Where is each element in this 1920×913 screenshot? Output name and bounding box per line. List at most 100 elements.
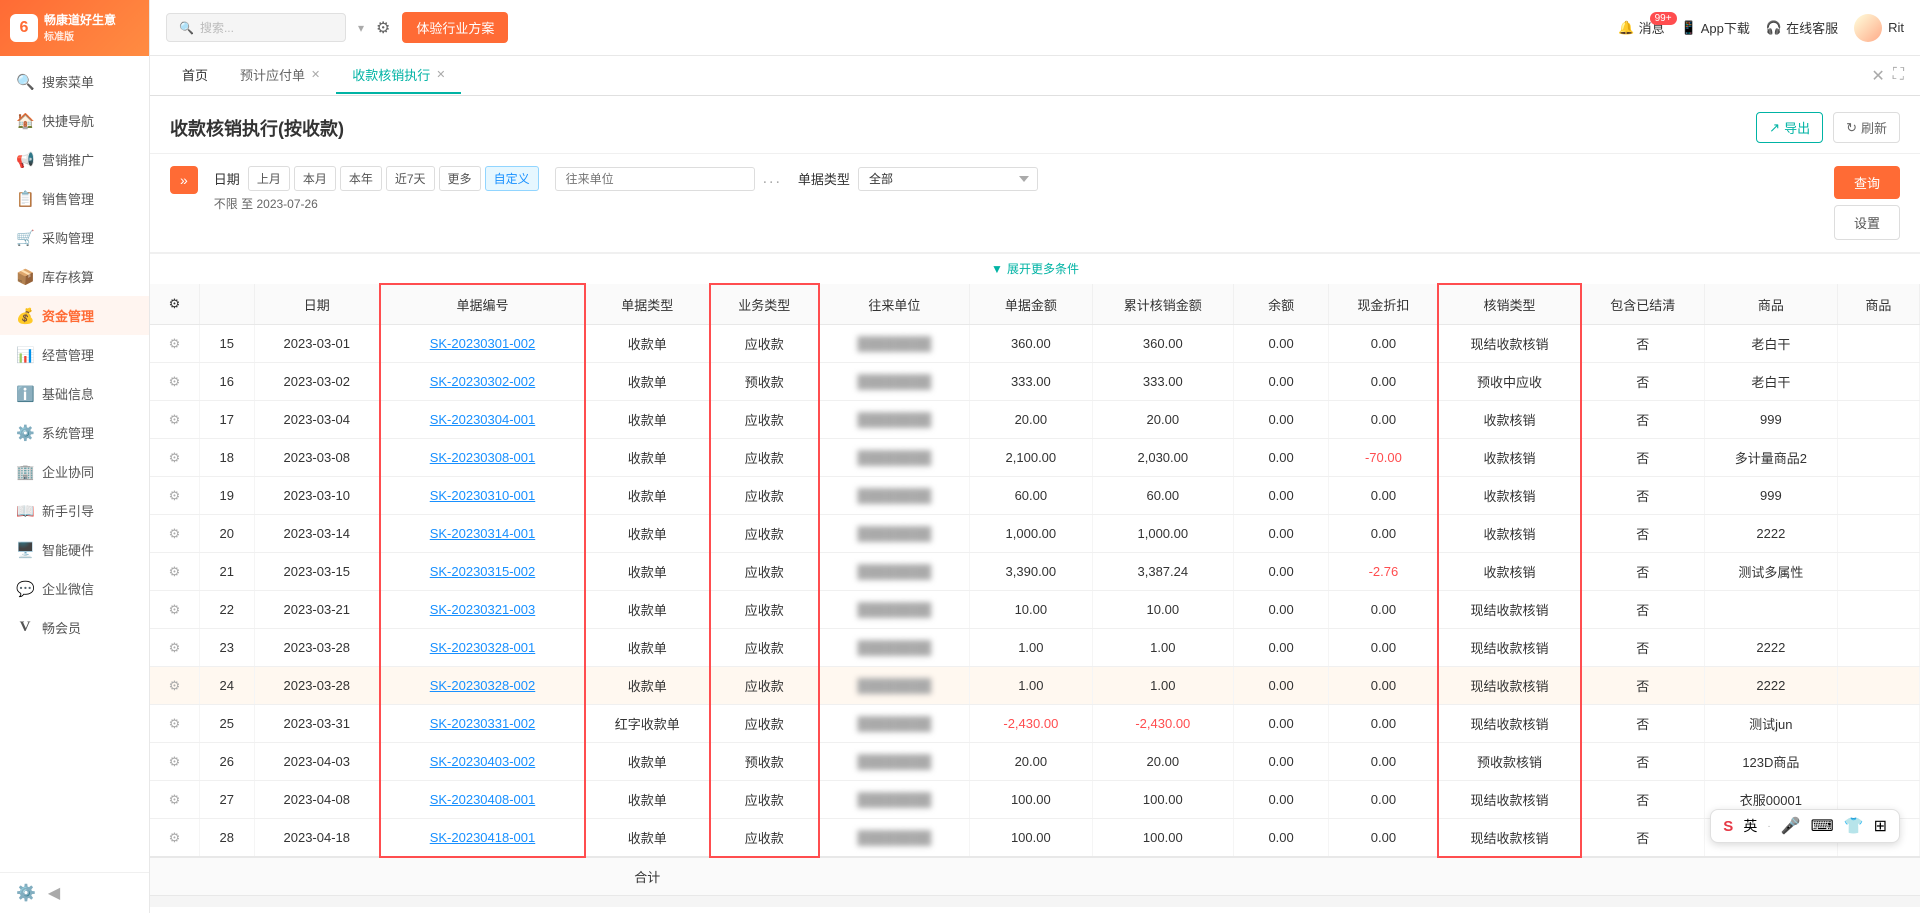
refresh-button[interactable]: ↻ 刷新 [1833, 112, 1900, 143]
cell-gear[interactable]: ⚙ [150, 515, 199, 553]
settings-button[interactable]: 设置 [1834, 205, 1900, 240]
app-download-button[interactable]: 📱 App下载 [1681, 18, 1750, 37]
cell-doc-no[interactable]: SK-20230304-001 [380, 401, 585, 439]
cell-gear[interactable]: ⚙ [150, 477, 199, 515]
cell-gear[interactable]: ⚙ [150, 325, 199, 363]
cell-doc-no[interactable]: SK-20230331-002 [380, 705, 585, 743]
sidebar-item-search[interactable]: 🔍 搜索菜单 [0, 62, 149, 101]
ime-shirt-icon[interactable]: 👕 [1844, 816, 1864, 836]
cell-gear[interactable]: ⚙ [150, 591, 199, 629]
collapse-icon[interactable]: ◀ [48, 883, 60, 903]
cell-date: 2023-03-15 [254, 553, 380, 591]
partner-dots[interactable]: ... [763, 170, 782, 188]
sidebar-item-corp[interactable]: 🏢 企业协同 [0, 452, 149, 491]
cell-gear[interactable]: ⚙ [150, 781, 199, 819]
sidebar-item-purchase[interactable]: 🛒 采购管理 [0, 218, 149, 257]
sidebar-item-system[interactable]: ⚙️ 系统管理 [0, 413, 149, 452]
tab-close-collection[interactable]: ✕ [436, 68, 445, 81]
online-service-button[interactable]: 🎧 在线客服 [1766, 18, 1838, 37]
cell-gear[interactable]: ⚙ [150, 819, 199, 858]
date-7days[interactable]: 近7天 [386, 166, 435, 191]
ime-grid-icon[interactable]: ⊞ [1874, 816, 1887, 836]
th-doc-no[interactable]: 单据编号 [380, 284, 585, 325]
filter-toggle-button[interactable]: » [170, 166, 198, 194]
cell-doc-no[interactable]: SK-20230408-001 [380, 781, 585, 819]
sidebar-item-wechat[interactable]: 💬 企业微信 [0, 569, 149, 608]
date-this-month[interactable]: 本月 [294, 166, 336, 191]
cell-goods: 老白干 [1704, 363, 1837, 401]
tab-home[interactable]: 首页 [166, 57, 224, 94]
th-gear[interactable]: ⚙ [150, 284, 199, 325]
messages-button[interactable]: 🔔 消息 99+ [1618, 18, 1664, 37]
filter-actions: 查询 设置 [1834, 166, 1900, 240]
date-this-year[interactable]: 本年 [340, 166, 382, 191]
cell-doc-no[interactable]: SK-20230328-002 [380, 667, 585, 705]
cell-include: 否 [1581, 439, 1705, 477]
ime-lang-label[interactable]: 英 [1743, 816, 1757, 836]
cell-doc-no[interactable]: SK-20230302-002 [380, 363, 585, 401]
partner-input[interactable] [555, 167, 755, 191]
cell-accum: -2,430.00 [1092, 705, 1233, 743]
query-button[interactable]: 查询 [1834, 166, 1900, 199]
cell-cancel-type: 现结收款核销 [1438, 629, 1580, 667]
cell-doc-no[interactable]: SK-20230301-002 [380, 325, 585, 363]
cell-gear[interactable]: ⚙ [150, 363, 199, 401]
cell-cancel-type: 现结收款核销 [1438, 325, 1580, 363]
logo-icon: 6 [10, 14, 38, 42]
cell-doc-no[interactable]: SK-20230328-001 [380, 629, 585, 667]
doctype-select[interactable]: 全部 收款单 [858, 167, 1038, 191]
tab-prepay[interactable]: 预计应付单 ✕ [224, 57, 336, 94]
tab-collection[interactable]: 收款核销执行 ✕ [336, 57, 461, 94]
cell-doc-no[interactable]: SK-20230308-001 [380, 439, 585, 477]
cell-doc-no[interactable]: SK-20230315-002 [380, 553, 585, 591]
sidebar-item-sales[interactable]: 📋 销售管理 [0, 179, 149, 218]
date-more[interactable]: 更多 [439, 166, 481, 191]
cell-gear[interactable]: ⚙ [150, 743, 199, 781]
th-goods2: 商品 [1837, 284, 1919, 325]
cell-doc-type: 收款单 [585, 629, 709, 667]
sidebar-item-guide[interactable]: 📖 新手引导 [0, 491, 149, 530]
cell-date: 2023-03-04 [254, 401, 380, 439]
topbar-gear-icon[interactable]: ⚙ [376, 18, 390, 38]
cell-goods2 [1837, 439, 1919, 477]
cell-doc-no[interactable]: SK-20230403-002 [380, 743, 585, 781]
cell-gear[interactable]: ⚙ [150, 439, 199, 477]
cell-partner: ████████ [819, 363, 969, 401]
sidebar-item-finance[interactable]: 💰 资金管理 [0, 296, 149, 335]
cell-doc-no[interactable]: SK-20230314-001 [380, 515, 585, 553]
sidebar-item-label: 营销推广 [42, 150, 94, 169]
close-tab-icon[interactable]: ✕ [1871, 66, 1884, 86]
ime-mic-icon[interactable]: 🎤 [1781, 816, 1801, 836]
sidebar-item-basic[interactable]: ℹ️ 基础信息 [0, 374, 149, 413]
sidebar-item-quicknav[interactable]: 🏠 快捷导航 [0, 101, 149, 140]
ime-keyboard-icon[interactable]: ⌨ [1811, 816, 1834, 836]
cell-accum: 333.00 [1092, 363, 1233, 401]
date-custom[interactable]: 自定义 [485, 166, 539, 191]
cell-gear[interactable]: ⚙ [150, 667, 199, 705]
cell-doc-no[interactable]: SK-20230310-001 [380, 477, 585, 515]
cell-cancel-type: 现结收款核销 [1438, 667, 1580, 705]
industry-solution-button[interactable]: 体验行业方案 [402, 12, 508, 43]
date-last-month[interactable]: 上月 [248, 166, 290, 191]
corp-icon: 🏢 [16, 463, 34, 481]
sidebar-item-member[interactable]: V 畅会员 [0, 608, 149, 647]
th-biz-type: 业务类型 [710, 284, 819, 325]
cell-doc-no[interactable]: SK-20230321-003 [380, 591, 585, 629]
cell-doc-no[interactable]: SK-20230418-001 [380, 819, 585, 858]
export-button[interactable]: ↗ 导出 [1756, 112, 1823, 143]
sidebar-item-marketing[interactable]: 📢 营销推广 [0, 140, 149, 179]
settings-icon[interactable]: ⚙️ [16, 883, 36, 903]
sidebar-item-operations[interactable]: 📊 经营管理 [0, 335, 149, 374]
horizontal-scrollbar[interactable] [150, 895, 1920, 907]
fullscreen-icon[interactable]: ⛶ [1893, 66, 1904, 86]
cell-gear[interactable]: ⚙ [150, 401, 199, 439]
sidebar-item-hardware[interactable]: 🖥️ 智能硬件 [0, 530, 149, 569]
sidebar-item-inventory[interactable]: 📦 库存核算 [0, 257, 149, 296]
global-search[interactable]: 🔍 搜索... [166, 13, 346, 42]
cell-gear[interactable]: ⚙ [150, 629, 199, 667]
cell-gear[interactable]: ⚙ [150, 553, 199, 591]
cell-gear[interactable]: ⚙ [150, 705, 199, 743]
expand-filters-button[interactable]: ▼ 展开更多条件 [150, 253, 1920, 283]
tab-close-prepay[interactable]: ✕ [311, 68, 320, 81]
cell-discount: 0.00 [1329, 591, 1438, 629]
